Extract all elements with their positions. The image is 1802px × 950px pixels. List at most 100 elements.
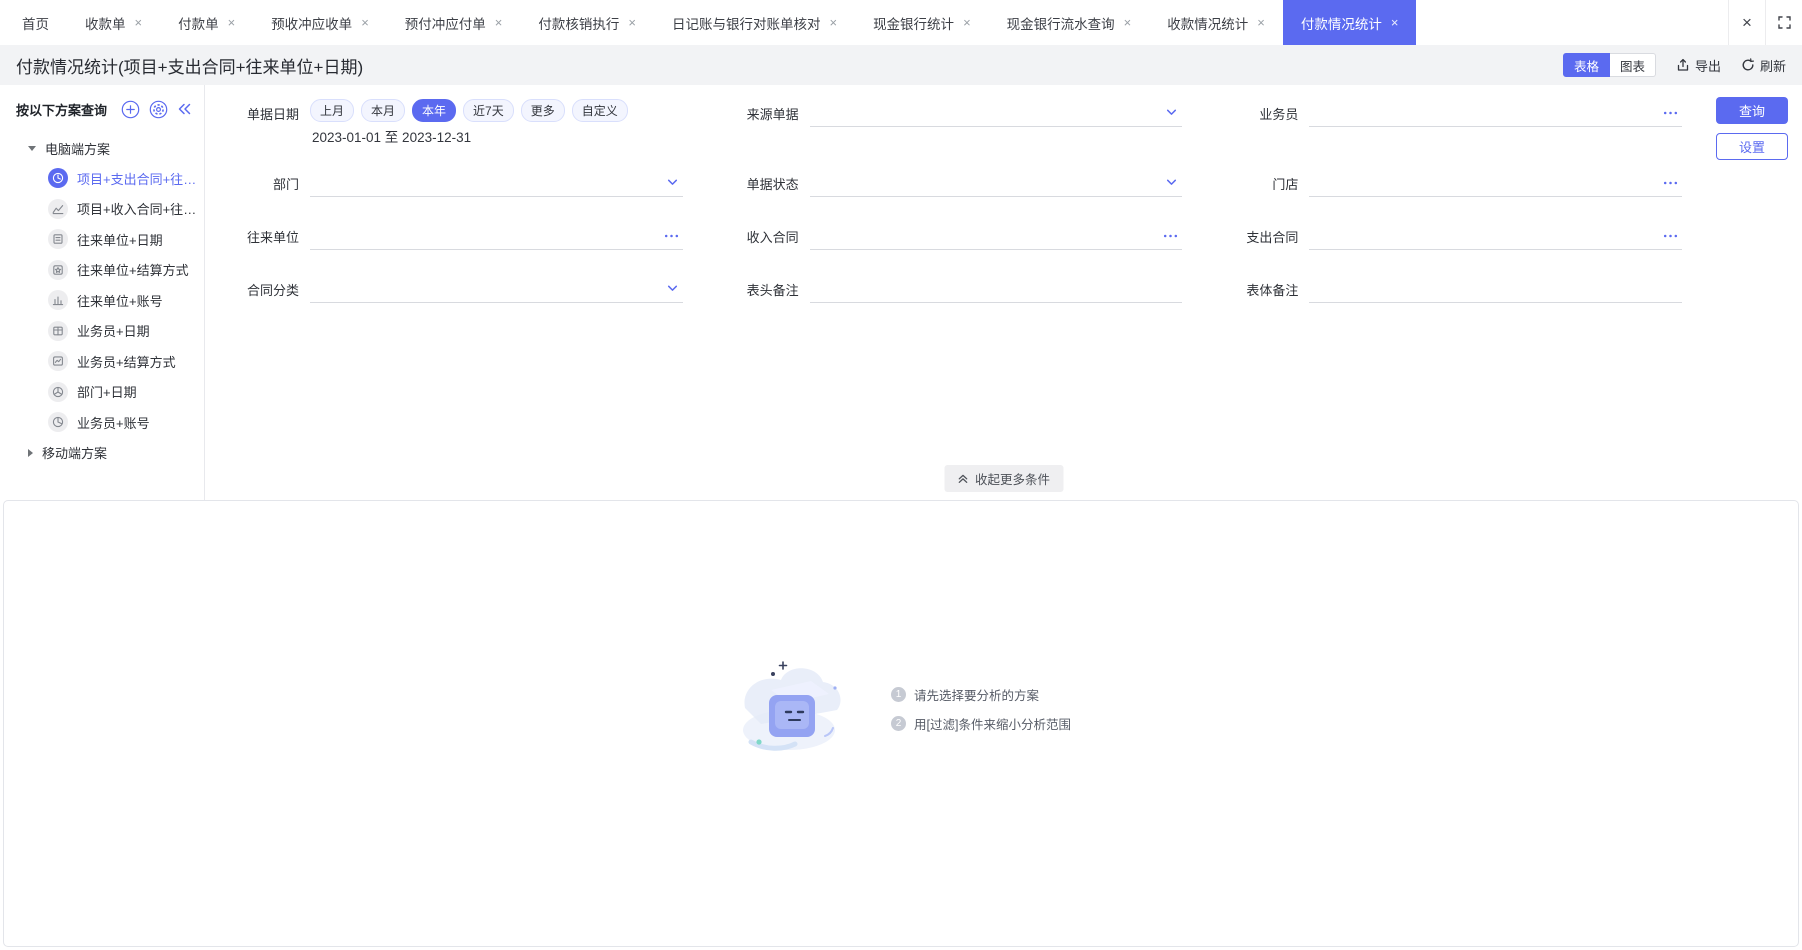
- filter-field-input[interactable]: [310, 222, 683, 250]
- view-toggle-table-button[interactable]: 表格: [1562, 53, 1610, 77]
- title-bar: 付款情况统计(项目+支出合同+往来单位+日期) 表格 图表 导出 刷新: [0, 45, 1802, 85]
- scheme-item[interactable]: 往来单位+结算方式: [0, 255, 204, 286]
- hint-row: 1 请先选择要分析的方案: [891, 685, 1071, 704]
- tree-group: 移动端方案: [0, 438, 204, 468]
- filter-field-input[interactable]: [1309, 222, 1682, 250]
- filter-field-input[interactable]: [310, 275, 683, 303]
- filter-field: 往来单位: [225, 222, 683, 252]
- tab-label: 现金银行统计: [873, 16, 955, 32]
- chevron-down-icon[interactable]: [666, 176, 679, 189]
- date-pill[interactable]: 本年: [412, 99, 457, 122]
- table-icon: [48, 320, 68, 341]
- chevron-down-icon[interactable]: [1165, 176, 1178, 189]
- ellipsis-icon[interactable]: [664, 233, 679, 239]
- filter-field-input[interactable]: [1309, 169, 1682, 197]
- tab[interactable]: 付款单 ×: [160, 0, 253, 45]
- tab[interactable]: 首页: [4, 0, 67, 45]
- date-pill[interactable]: 本月: [361, 99, 406, 122]
- date-pill[interactable]: 自定义: [571, 99, 628, 122]
- gear-icon[interactable]: [149, 100, 168, 119]
- ellipsis-icon[interactable]: [1663, 110, 1678, 116]
- tab-label: 预收冲应收单: [271, 16, 353, 32]
- scheme-item[interactable]: 往来单位+账号: [0, 285, 204, 316]
- tab-close-icon[interactable]: ×: [829, 16, 837, 29]
- scheme-item[interactable]: 项目+收入合同+往来...: [0, 194, 204, 225]
- ellipsis-icon[interactable]: [1163, 233, 1178, 239]
- refresh-button[interactable]: 刷新: [1741, 56, 1786, 75]
- scheme-item[interactable]: 部门+日期: [0, 377, 204, 408]
- tab-close-icon[interactable]: ×: [1391, 16, 1399, 29]
- tab[interactable]: 日记账与银行对账单核对 ×: [654, 0, 855, 45]
- collapse-sidebar-icon[interactable]: [177, 102, 192, 116]
- filter-field-label: 门店: [1272, 177, 1299, 192]
- scheme-item-label: 项目+支出合同+往来...: [77, 171, 204, 187]
- filter-field-input[interactable]: [1309, 275, 1682, 303]
- date-pill[interactable]: 更多: [520, 99, 565, 122]
- filter-panel: 单据日期 上月 本月 本年 近7天 更多 自定义 2023-01-01 至 2023-12…: [205, 85, 1802, 500]
- tab-close-icon[interactable]: ×: [495, 16, 503, 29]
- tab-close-icon[interactable]: ×: [135, 16, 143, 29]
- tree-group-label: 移动端方案: [42, 446, 108, 461]
- tab[interactable]: 现金银行统计 ×: [855, 0, 989, 45]
- sidebar-header-row: 按以下方案查询: [0, 91, 204, 127]
- scheme-item[interactable]: 业务员+结算方式: [0, 346, 204, 377]
- date-pill[interactable]: 上月: [310, 99, 355, 122]
- tab[interactable]: 预收冲应收单 ×: [253, 0, 387, 45]
- tab-label: 付款单: [178, 16, 219, 32]
- tab-close-icon[interactable]: ×: [361, 16, 369, 29]
- clock-icon: [48, 168, 68, 189]
- scheme-item-label: 业务员+结算方式: [77, 354, 176, 370]
- export-button[interactable]: 导出: [1676, 56, 1721, 75]
- tab[interactable]: 付款情况统计 ×: [1282, 0, 1417, 45]
- filter-field-input[interactable]: [809, 169, 1183, 197]
- filter-field-input[interactable]: [1309, 99, 1682, 127]
- date-pill[interactable]: 近7天: [463, 99, 514, 122]
- fullscreen-button[interactable]: [1765, 0, 1802, 45]
- add-scheme-button[interactable]: [121, 100, 140, 119]
- scheme-item[interactable]: 业务员+账号: [0, 407, 204, 438]
- trend-icon: [48, 198, 68, 219]
- close-icon: ×: [1742, 12, 1752, 32]
- filter-field-input[interactable]: [809, 99, 1183, 127]
- caret-icon: [28, 448, 33, 457]
- tree-group-row[interactable]: 电脑端方案: [0, 133, 204, 163]
- hint-number-badge: 1: [891, 686, 907, 702]
- filter-field-input[interactable]: [310, 169, 683, 197]
- refresh-label: 刷新: [1759, 58, 1786, 74]
- tab-close-icon[interactable]: ×: [1124, 16, 1132, 29]
- tab[interactable]: 预付冲应付单 ×: [387, 0, 521, 45]
- tab[interactable]: 现金银行流水查询 ×: [989, 0, 1150, 45]
- settings-button[interactable]: 设置: [1716, 133, 1788, 160]
- scheme-item-label: 往来单位+账号: [77, 293, 163, 309]
- collapse-filters-button[interactable]: 收起更多条件: [943, 465, 1064, 492]
- view-toggle-chart-button[interactable]: 图表: [1609, 53, 1656, 77]
- result-panel: 1 请先选择要分析的方案 2 用[过滤]条件来缩小分析范围: [3, 500, 1799, 947]
- filter-field-label: 单据日期: [246, 107, 299, 122]
- filter-field-input[interactable]: [809, 275, 1183, 303]
- date-range-value[interactable]: 2023-01-01 至 2023-12-31: [310, 126, 628, 146]
- tree-group-row[interactable]: 移动端方案: [0, 438, 204, 468]
- chevron-down-icon[interactable]: [666, 282, 679, 295]
- scheme-item[interactable]: 往来单位+日期: [0, 224, 204, 255]
- scheme-item[interactable]: 业务员+日期: [0, 316, 204, 347]
- scheme-item[interactable]: 项目+支出合同+往来...: [0, 163, 204, 194]
- tab[interactable]: 付款核销执行 ×: [520, 0, 654, 45]
- tab-bar: 首页 收款单 × 付款单 × 预收冲应收单 × 预付冲应付单 × 付款核销执行 …: [0, 0, 1802, 45]
- filter-field: 业务员: [1224, 99, 1682, 146]
- line-chart-icon: [48, 351, 68, 372]
- tab-close-icon[interactable]: ×: [228, 16, 236, 29]
- chevron-down-icon[interactable]: [1165, 106, 1178, 119]
- bar-chart-icon: [48, 290, 68, 311]
- sidebar-header-title: 按以下方案查询: [16, 102, 108, 118]
- close-all-tabs-button[interactable]: ×: [1728, 0, 1765, 45]
- query-button[interactable]: 查询: [1716, 97, 1788, 124]
- tab-close-icon[interactable]: ×: [1257, 16, 1265, 29]
- tab-close-icon[interactable]: ×: [963, 16, 971, 29]
- tab[interactable]: 收款情况统计 ×: [1149, 0, 1283, 45]
- ellipsis-icon[interactable]: [1663, 233, 1678, 239]
- tab-close-icon[interactable]: ×: [628, 16, 636, 29]
- filter-field-input[interactable]: [809, 222, 1183, 250]
- tree-group: 电脑端方案 项目+支出合同+往来... 项目+收入合同+往来... 往来单位+日…: [0, 133, 204, 438]
- tab[interactable]: 收款单 ×: [67, 0, 160, 45]
- ellipsis-icon[interactable]: [1663, 180, 1678, 186]
